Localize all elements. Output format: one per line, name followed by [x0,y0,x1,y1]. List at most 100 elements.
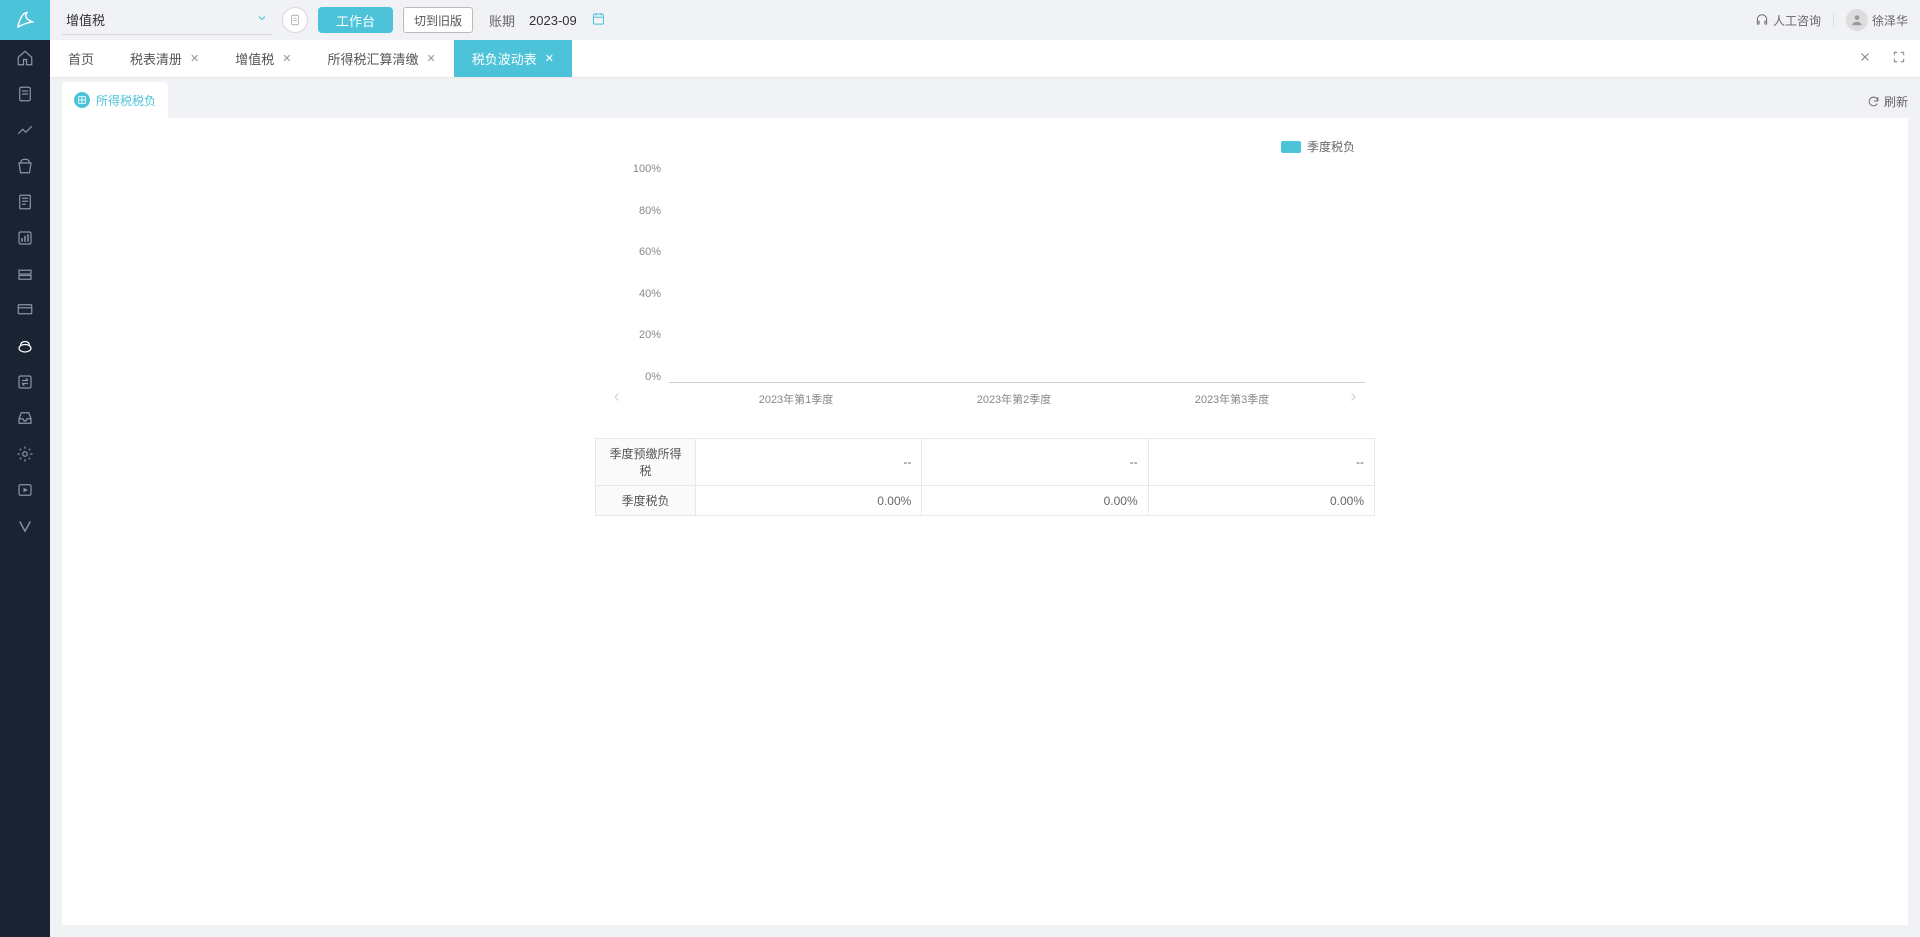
legend-swatch [1281,141,1301,153]
main-area: 增值税 工作台 切到旧版 账期 2023-09 人工咨询 徐泽华 [50,0,1920,937]
tab-item[interactable]: 增值税 ✕ [217,40,309,77]
sidebar-item-form[interactable] [0,76,50,112]
logo-icon [14,9,36,31]
table-cell: 0.00% [922,486,1148,516]
tab-close-button[interactable]: ✕ [282,52,291,65]
sidebar-item-home[interactable] [0,40,50,76]
fullscreen-button[interactable] [1888,46,1910,71]
sidebar-item-transfer[interactable] [0,364,50,400]
calendar-icon [591,11,606,26]
form-icon [16,85,34,103]
header-right: 人工咨询 徐泽华 [1755,9,1908,31]
refresh-icon [1867,95,1880,108]
row-header: 季度预缴所得税 [596,439,696,486]
tab-close-button[interactable]: ✕ [190,52,199,65]
headset-icon [1755,13,1769,27]
table-cell: 0.00% [1148,486,1374,516]
sidebar-item-chart[interactable] [0,112,50,148]
x-tick-label: 2023年第2季度 [905,391,1123,407]
app-logo[interactable] [0,0,50,40]
refresh-button[interactable]: 刷新 [1867,93,1908,118]
chart-icon [16,121,34,139]
note-icon [288,13,302,27]
dropdown-value: 增值税 [66,10,105,29]
chart-plot [669,163,1365,383]
tab-item[interactable]: 税表清册 ✕ [112,40,217,77]
tabbar-actions [1854,40,1920,77]
tab-label: 税负波动表 [472,49,537,68]
row-header: 季度税负 [596,486,696,516]
tab-item[interactable]: 首页 [50,40,112,77]
switch-version-button[interactable]: 切到旧版 [403,7,473,33]
note-button[interactable] [282,7,308,33]
tax-icon [16,337,34,355]
home-icon [16,49,34,67]
x-tick-label: 2023年第1季度 [687,391,905,407]
sidebar-item-v[interactable] [0,508,50,544]
bag-icon [16,157,34,175]
archive-icon [16,265,34,283]
sidebar-item-tax[interactable] [0,328,50,364]
tab-label: 增值税 [235,49,274,68]
content-panel: 季度税负 100%80%60%40%20%0% 2023年第1季度2023年第2… [62,118,1908,925]
y-tick-label: 60% [639,246,661,258]
close-icon [1858,50,1872,64]
sidebar-nav [0,0,50,937]
tab-item[interactable]: 税负波动表 ✕ [454,40,572,77]
user-menu[interactable]: 徐泽华 [1846,9,1908,31]
table-row: 季度税负0.00%0.00%0.00% [596,486,1375,516]
report-icon [16,229,34,247]
x-tick-label: 2023年第3季度 [1123,391,1341,407]
tab-label: 税表清册 [130,49,182,68]
sidebar-item-settings[interactable] [0,436,50,472]
gear-icon [16,445,34,463]
tab-close-button[interactable]: ✕ [427,52,436,65]
table-cell: -- [922,439,1148,486]
chart-x-axis: 2023年第1季度2023年第2季度2023年第3季度 [605,389,1365,408]
sidebar-item-doc[interactable] [0,184,50,220]
chart-next-button[interactable] [1341,389,1365,408]
sidebar-item-report[interactable] [0,220,50,256]
workbench-button[interactable]: 工作台 [318,7,393,33]
consult-button[interactable]: 人工咨询 [1755,12,1821,29]
sidebar-item-bag[interactable] [0,148,50,184]
period-label: 账期 [489,11,515,30]
v-icon [16,517,34,535]
sub-bar: 所得税税负 刷新 [50,78,1920,118]
tab-close-button[interactable]: ✕ [545,52,554,65]
legend-label: 季度税负 [1307,138,1355,155]
period-value: 2023-09 [529,13,577,28]
transfer-icon [16,373,34,391]
subtab-income-tax[interactable]: 所得税税负 [62,82,168,118]
sidebar-item-screen[interactable] [0,292,50,328]
table-cell: 0.00% [696,486,922,516]
chart-prev-button[interactable] [605,389,629,408]
chevron-right-icon [1347,389,1359,405]
refresh-label: 刷新 [1884,93,1908,110]
y-tick-label: 80% [639,205,661,217]
sidebar-item-video[interactable] [0,472,50,508]
avatar-icon [1846,9,1868,31]
chart-legend: 季度税负 [595,138,1375,163]
doc-icon [16,193,34,211]
consult-label: 人工咨询 [1773,12,1821,29]
sidebar-item-inbox[interactable] [0,400,50,436]
sidebar-item-archive[interactable] [0,256,50,292]
tab-item[interactable]: 所得税汇算清缴✕ [309,40,453,77]
divider [1833,13,1834,27]
chevron-left-icon [611,389,623,405]
subtab-label: 所得税税负 [96,92,156,109]
table-icon [74,92,90,108]
company-dropdown[interactable]: 增值税 [62,5,272,35]
close-all-button[interactable] [1854,46,1876,71]
table-cell: -- [1148,439,1374,486]
y-tick-label: 20% [639,329,661,341]
inbox-icon [16,409,34,427]
legend-item: 季度税负 [1281,138,1355,155]
screen-icon [16,301,34,319]
fullscreen-icon [1892,50,1906,64]
header-bar: 增值税 工作台 切到旧版 账期 2023-09 人工咨询 徐泽华 [50,0,1920,40]
calendar-button[interactable] [591,11,606,29]
chart-y-axis: 100%80%60%40%20%0% [605,163,669,383]
y-tick-label: 40% [639,288,661,300]
